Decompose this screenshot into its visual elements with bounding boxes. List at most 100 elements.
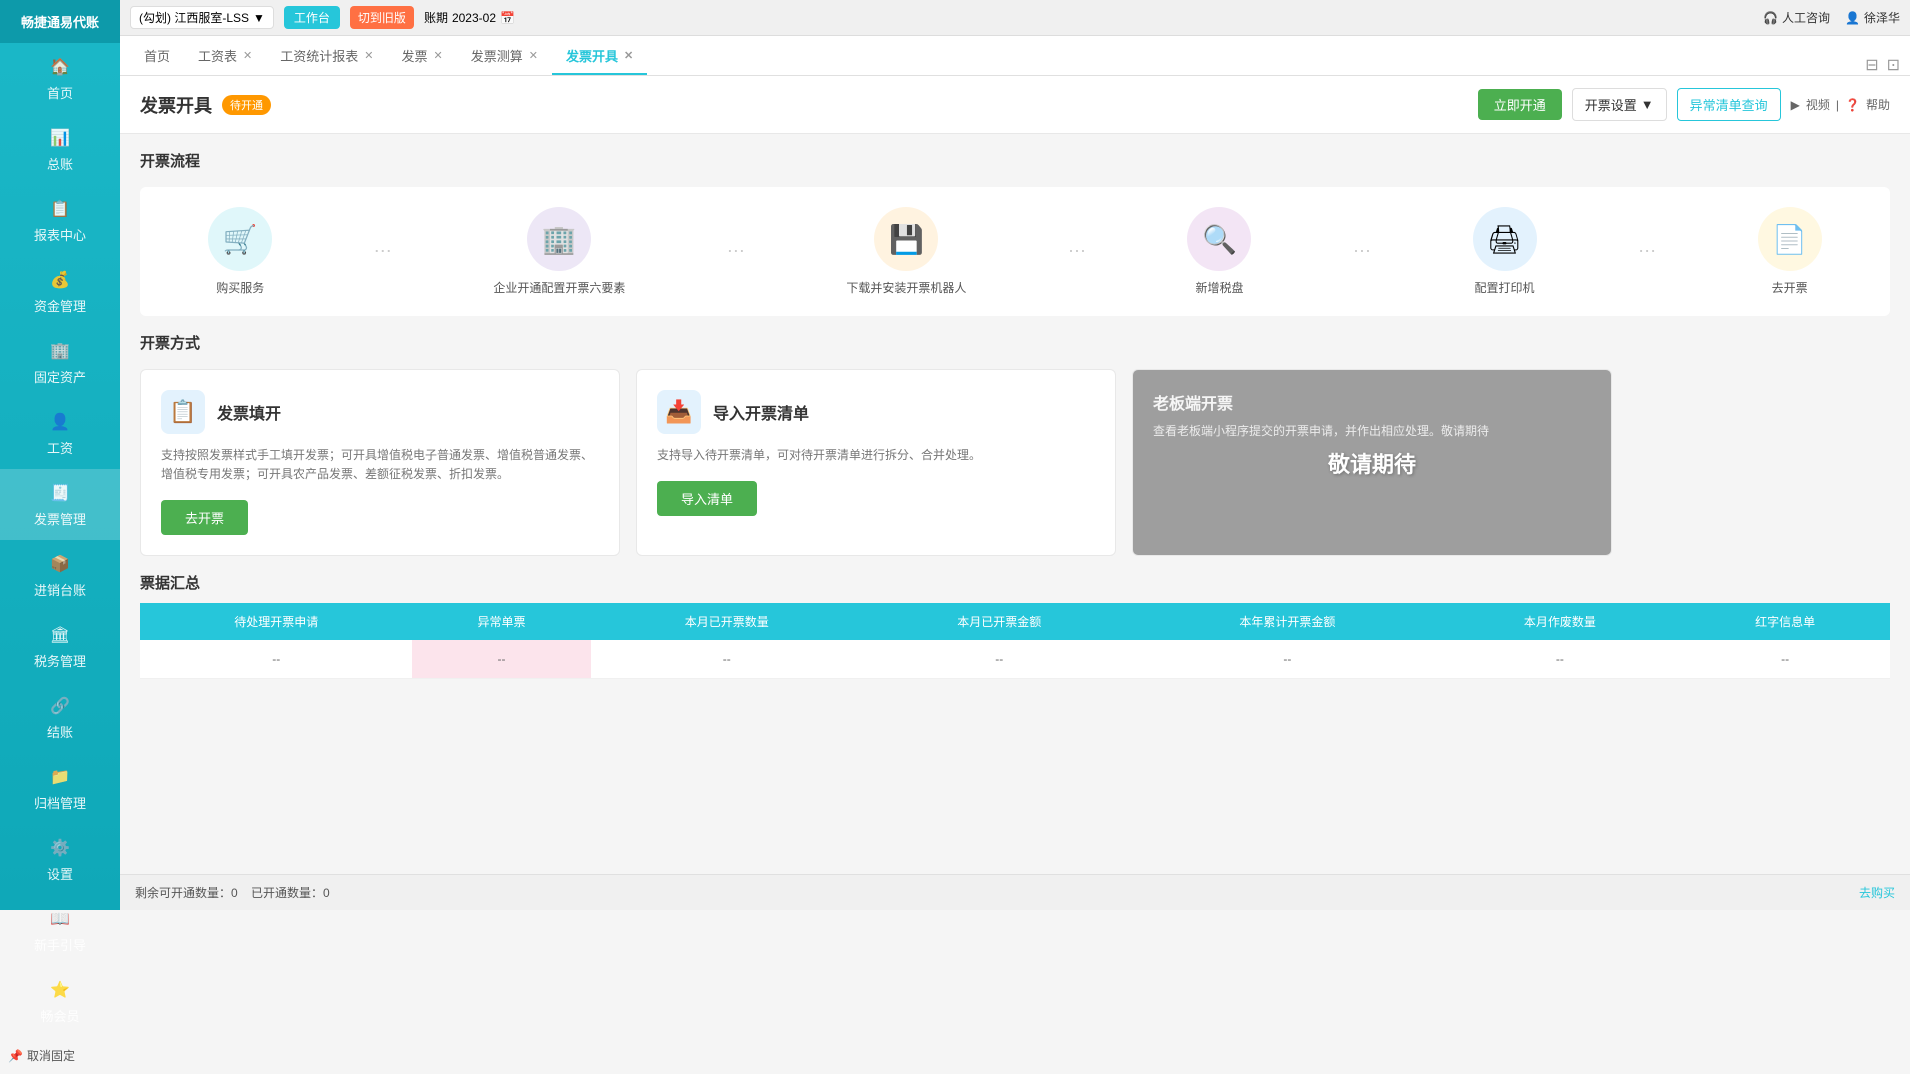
step-download-label: 下载并安装开票机器人 <box>846 279 966 296</box>
ticket-settings-button[interactable]: 开票设置 ▼ <box>1572 88 1667 121</box>
summary-table-header: 待处理开票申请 异常单票 本月已开票数量 本月已开票金额 本年累计开票金额 本月… <box>140 603 1890 640</box>
sidebar-item-label: 进销台账 <box>34 580 86 599</box>
user-profile[interactable]: 👤 徐泽华 <box>1845 9 1900 26</box>
sidebar-item-settings[interactable]: ⚙️ 设置 <box>0 824 120 895</box>
app-logo: 畅捷通易代账 <box>0 0 120 43</box>
sidebar-item-label: 畅会员 <box>40 1006 79 1025</box>
member-icon: ⭐ <box>48 978 72 1002</box>
unpin-button[interactable]: 📌 取消固定 <box>0 1037 120 1074</box>
company-selector[interactable]: (勾划) 江西服室-LSS ▼ <box>130 6 274 29</box>
sidebar-item-label: 发票管理 <box>34 509 86 528</box>
step-printer[interactable]: 🖨 配置打印机 <box>1473 207 1537 296</box>
immediate-open-button[interactable]: 立即开通 <box>1478 89 1562 120</box>
sidebar-item-label: 报表中心 <box>34 225 86 244</box>
step-config-icon: 🏢 <box>527 207 591 271</box>
step-buy[interactable]: 🛒 购买服务 <box>208 207 272 296</box>
sidebar-item-funds[interactable]: 💰 资金管理 <box>0 256 120 327</box>
period-value: 2023-02 <box>452 11 496 25</box>
page-title: 发票开具 <box>140 92 212 118</box>
summary-table-row: -- -- -- -- -- -- -- <box>140 640 1890 679</box>
service-label: 人工咨询 <box>1782 9 1830 26</box>
sidebar-item-purchase[interactable]: 📦 进销台账 <box>0 540 120 611</box>
sidebar-item-label: 结账 <box>47 722 73 741</box>
remaining-label: 剩余可开通数量：0 <box>135 886 238 900</box>
sidebar-item-guide[interactable]: 📖 新手引导 <box>0 895 120 966</box>
sidebar-item-label: 税务管理 <box>34 651 86 670</box>
page-title-row: 发票开具 待开通 <box>140 92 271 118</box>
cell-year-amount: -- <box>1135 640 1439 679</box>
archive-icon: 📁 <box>48 765 72 789</box>
settings-icon: ⚙️ <box>48 836 72 860</box>
sidebar-item-tax[interactable]: 🏛 税务管理 <box>0 611 120 682</box>
tab-invoice-issue-close[interactable]: ✕ <box>624 49 633 62</box>
bottombar: 剩余可开通数量：0 已开通数量：0 去购买 <box>120 874 1910 910</box>
sidebar-item-invoice[interactable]: 🧾 发票管理 <box>0 469 120 540</box>
step-download[interactable]: 💾 下载并安装开票机器人 <box>846 207 966 296</box>
view-label: 视频 <box>1806 96 1830 113</box>
boss-card-title: 老板端开票 <box>1153 390 1591 414</box>
page-header: 发票开具 待开通 立即开通 开票设置 ▼ 异常清单查询 ▶ 视频 | ❓ 帮助 <box>120 76 1910 134</box>
period-label: 账期 <box>424 9 448 26</box>
topbar-right: 🎧 人工咨询 👤 徐泽华 <box>1763 9 1900 26</box>
settle-icon: 🔗 <box>48 694 72 718</box>
chevron-down-icon: ▼ <box>253 11 265 25</box>
col-void-count: 本月作废数量 <box>1439 603 1680 640</box>
tab-invoice-issue[interactable]: 发票开具 ✕ <box>552 38 647 75</box>
step-config-label: 企业开通配置开票六要素 <box>493 279 625 296</box>
step-config[interactable]: 🏢 企业开通配置开票六要素 <box>493 207 625 296</box>
sidebar-item-assets[interactable]: 🏢 固定资产 <box>0 327 120 398</box>
headset-icon: 🎧 <box>1763 11 1778 25</box>
calendar-icon: 📅 <box>500 11 515 25</box>
tab-invoice-calc-close[interactable]: ✕ <box>529 49 538 62</box>
service-button[interactable]: 🎧 人工咨询 <box>1763 9 1830 26</box>
tabbar: 首页 工资表 ✕ 工资统计报表 ✕ 发票 ✕ 发票测算 ✕ 发票开具 ✕ ⊟ ⊡ <box>120 36 1910 76</box>
cell-month-amount: -- <box>863 640 1135 679</box>
minimize-icon[interactable]: ⊟ <box>1865 55 1878 75</box>
sidebar-item-label: 资金管理 <box>34 296 86 315</box>
boss-card-desc: 查看老板端小程序提交的开票申请，并作出相应处理。敬请期待 <box>1153 422 1591 439</box>
help-icon: ❓ <box>1845 98 1860 112</box>
workspace-button[interactable]: 工作台 <box>284 6 340 29</box>
content-area: 发票开具 待开通 立即开通 开票设置 ▼ 异常清单查询 ▶ 视频 | ❓ 帮助 <box>120 76 1910 874</box>
separator: | <box>1836 98 1839 112</box>
col-abnormal: 异常单票 <box>412 603 590 640</box>
summary-table: 待处理开票申请 异常单票 本月已开票数量 本月已开票金额 本年累计开票金额 本月… <box>140 603 1890 679</box>
tab-payroll-report-close[interactable]: ✕ <box>364 49 373 62</box>
tab-payroll-report[interactable]: 工资统计报表 ✕ <box>266 38 387 75</box>
tab-invoice-close[interactable]: ✕ <box>434 49 443 62</box>
sidebar-item-settle[interactable]: 🔗 结账 <box>0 682 120 753</box>
tab-invoice-calc[interactable]: 发票测算 ✕ <box>457 38 552 75</box>
process-section-title: 开票流程 <box>140 150 1890 171</box>
tab-invoice-label: 发票 <box>401 46 427 65</box>
opened-label: 已开通数量：0 <box>251 886 330 900</box>
sidebar-item-home[interactable]: 🏠 首页 <box>0 43 120 114</box>
step-arrow-2: ⋯ <box>727 241 745 262</box>
tab-invoice[interactable]: 发票 ✕ <box>387 38 456 75</box>
step-taxdisk[interactable]: 🔍 新增税盘 <box>1187 207 1251 296</box>
step-issue[interactable]: 📄 去开票 <box>1758 207 1822 296</box>
step-arrow-5: ⋯ <box>1638 241 1656 262</box>
abnormal-query-button[interactable]: 异常清单查询 <box>1677 88 1781 121</box>
sidebar-item-payroll[interactable]: 👤 工资 <box>0 398 120 469</box>
unpin-icon: 📌 <box>8 1049 23 1063</box>
topbar-left: (勾划) 江西服室-LSS ▼ 工作台 切到旧版 账期 2023-02 📅 <box>130 6 515 29</box>
step-taxdisk-icon: 🔍 <box>1187 207 1251 271</box>
chevron-down-icon: ▼ <box>1641 97 1654 112</box>
period-selector[interactable]: 账期 2023-02 📅 <box>424 9 515 26</box>
sidebar-item-reports[interactable]: 📋 报表中心 <box>0 185 120 256</box>
tab-payroll-close[interactable]: ✕ <box>243 49 252 62</box>
maximize-icon[interactable]: ⊡ <box>1887 55 1900 75</box>
sidebar-item-member[interactable]: ⭐ 畅会员 <box>0 966 120 1037</box>
sidebar-item-label: 固定资产 <box>34 367 86 386</box>
tab-payroll[interactable]: 工资表 ✕ <box>184 38 266 75</box>
sidebar-item-archive[interactable]: 📁 归档管理 <box>0 753 120 824</box>
tab-restore-controls: ⊟ ⊡ <box>1855 55 1910 75</box>
sidebar-item-ledger[interactable]: 📊 总账 <box>0 114 120 185</box>
buy-link[interactable]: 去购买 <box>1859 884 1895 901</box>
method-card-fill-header: 📋 发票填开 <box>161 390 599 434</box>
purchase-icon: 📦 <box>48 552 72 576</box>
import-list-button[interactable]: 导入清单 <box>657 481 757 516</box>
tab-home[interactable]: 首页 <box>130 38 184 75</box>
switch-version-button[interactable]: 切到旧版 <box>350 6 414 29</box>
go-issue-button[interactable]: 去开票 <box>161 500 248 535</box>
